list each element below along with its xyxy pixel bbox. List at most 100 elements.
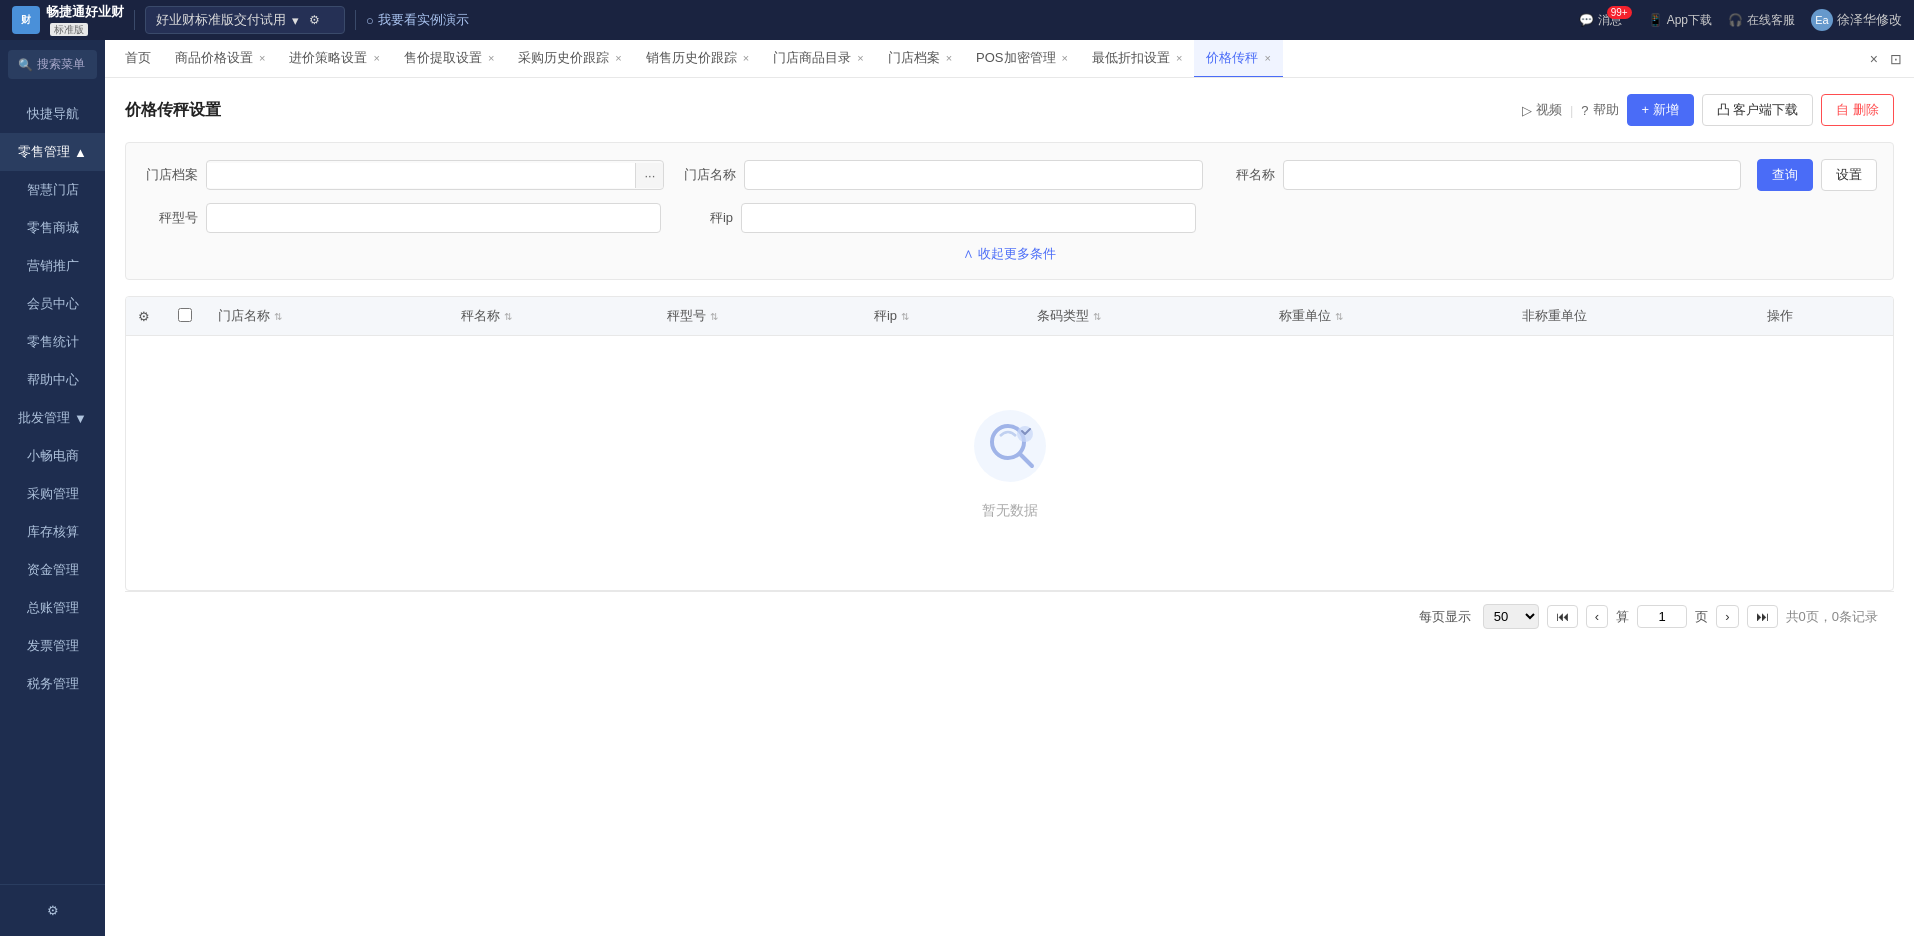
sidebar-item-finance[interactable]: 资金管理 (0, 551, 105, 589)
video-link[interactable]: ▷ 视频 (1522, 101, 1562, 119)
svg-point-0 (974, 410, 1046, 482)
tab-purchase-history[interactable]: 采购历史价跟踪 × (506, 40, 633, 78)
next-page-btn[interactable]: › (1716, 605, 1738, 628)
th-store-name: 门店名称 ⇅ (206, 297, 449, 336)
headset-icon: 🎧 (1728, 13, 1743, 27)
delete-btn[interactable]: 自 删除 (1821, 94, 1894, 126)
logo-icon: 财 (12, 6, 40, 34)
th-weight-unit: 称重单位 ⇅ (1267, 297, 1510, 336)
sort-scale-ip[interactable]: 秤ip ⇅ (874, 307, 1013, 325)
sidebar-item-purchase[interactable]: 采购管理 (0, 475, 105, 513)
prev-page-btn[interactable]: ‹ (1586, 605, 1608, 628)
sidebar-item-retail[interactable]: 零售管理 ▲ (0, 133, 105, 171)
page-header: 价格传秤设置 ▷ 视频 | ? 帮助 + 新增 凸 客户端下载 自 删除 (125, 94, 1894, 126)
th-barcode-type: 条码类型 ⇅ (1025, 297, 1268, 336)
sort-store-name[interactable]: 门店名称 ⇅ (218, 307, 437, 325)
scale-ip-input[interactable] (741, 203, 1196, 233)
last-page-btn[interactable]: ⏭ (1747, 605, 1778, 628)
form-group-store-file: 门店档案 ··· (142, 160, 664, 190)
online-service-btn[interactable]: 🎧 在线客服 (1728, 12, 1795, 29)
tab-pos-management[interactable]: POS加密管理 × (964, 40, 1080, 78)
settings-icon[interactable]: ⚙ (309, 13, 320, 27)
tab-sale-history[interactable]: 销售历史价跟踪 × (634, 40, 761, 78)
collapse-btn[interactable]: ∧ 收起更多条件 (963, 245, 1056, 263)
tab-purchase-strategy[interactable]: 进价策略设置 × (277, 40, 391, 78)
help-link[interactable]: ? 帮助 (1581, 101, 1618, 119)
tab-close-min-discount[interactable]: × (1176, 52, 1182, 64)
store-file-input[interactable] (207, 163, 635, 188)
store-file-ellipsis-btn[interactable]: ··· (635, 163, 663, 188)
user-profile-btn[interactable]: Ea 徐泽华修改 (1811, 9, 1902, 31)
sidebar-item-label: 会员中心 (27, 295, 79, 313)
demo-link[interactable]: ○ 我要看实例演示 (366, 11, 469, 29)
close-tab-btn[interactable]: × (1866, 47, 1882, 71)
sort-barcode-type[interactable]: 条码类型 ⇅ (1037, 307, 1256, 325)
sort-weight-unit[interactable]: 称重单位 ⇅ (1279, 307, 1498, 325)
tab-close-price-scale[interactable]: × (1264, 52, 1270, 64)
download-btn[interactable]: 凸 客户端下载 (1702, 94, 1814, 126)
query-btn[interactable]: 查询 (1757, 159, 1813, 191)
scale-name-input[interactable] (1283, 160, 1741, 190)
content-area: 价格传秤设置 ▷ 视频 | ? 帮助 + 新增 凸 客户端下载 自 删除 (105, 78, 1914, 936)
page-size-select[interactable]: 10 20 50 100 (1483, 604, 1539, 629)
tab-close-sale-extract[interactable]: × (488, 52, 494, 64)
add-btn[interactable]: + 新增 (1627, 94, 1694, 126)
setting-btn[interactable]: 设置 (1821, 159, 1877, 191)
sidebar-item-label: 零售商城 (27, 219, 79, 237)
page-actions: ▷ 视频 | ? 帮助 + 新增 凸 客户端下载 自 删除 (1522, 94, 1894, 126)
messages-btn[interactable]: 💬 消息 99+ (1579, 12, 1622, 29)
select-all-checkbox[interactable] (178, 308, 192, 322)
sidebar-item-member[interactable]: 会员中心 (0, 285, 105, 323)
table-settings-icon[interactable]: ⚙ (138, 309, 150, 324)
environment-selector[interactable]: 好业财标准版交付试用 ▾ ⚙ (145, 6, 345, 34)
sidebar-item-label: 税务管理 (27, 675, 79, 693)
th-non-weight-unit: 非称重单位 (1510, 297, 1755, 336)
scale-model-label: 秤型号 (142, 209, 198, 227)
tab-commodity-price[interactable]: 商品价格设置 × (163, 40, 277, 78)
empty-icon (970, 406, 1050, 486)
form-group-store-name: 门店名称 (680, 160, 1202, 190)
tab-close-commodity-price[interactable]: × (259, 52, 265, 64)
sidebar-item-help-center[interactable]: 帮助中心 (0, 361, 105, 399)
sidebar-item-tax[interactable]: 税务管理 (0, 665, 105, 703)
tab-close-purchase-strategy[interactable]: × (373, 52, 379, 64)
app-download-btn[interactable]: 📱 App下载 (1648, 12, 1712, 29)
sort-scale-name[interactable]: 秤名称 ⇅ (461, 307, 644, 325)
sidebar-item-general-ledger[interactable]: 总账管理 (0, 589, 105, 627)
sidebar-item-inventory[interactable]: 库存核算 (0, 513, 105, 551)
collapse-row: ∧ 收起更多条件 (142, 245, 1877, 263)
sidebar-item-smart-store[interactable]: 智慧门店 (0, 171, 105, 209)
first-page-btn[interactable]: ⏮ (1547, 605, 1578, 628)
tab-close-store-catalog[interactable]: × (857, 52, 863, 64)
sidebar-item-invoice[interactable]: 发票管理 (0, 627, 105, 665)
sidebar-item-label: 小畅电商 (27, 447, 79, 465)
tab-home[interactable]: 首页 (113, 40, 163, 78)
sidebar-item-wholesale[interactable]: 批发管理 ▼ (0, 399, 105, 437)
sidebar-item-quick-nav[interactable]: 快捷导航 (0, 95, 105, 133)
sidebar-item-retail-stats[interactable]: 零售统计 (0, 323, 105, 361)
tab-close-sale-history[interactable]: × (743, 52, 749, 64)
maximize-tab-btn[interactable]: ⊡ (1886, 47, 1906, 71)
search-menu-btn[interactable]: 🔍 搜索菜单 (8, 50, 97, 79)
sidebar-item-xiaochang[interactable]: 小畅电商 (0, 437, 105, 475)
form-row-1: 门店档案 ··· 门店名称 秤名称 (142, 159, 1877, 191)
empty-text: 暂无数据 (982, 502, 1038, 520)
sidebar-item-marketing[interactable]: 营销推广 (0, 247, 105, 285)
store-name-input[interactable] (744, 160, 1202, 190)
tab-store-catalog[interactable]: 门店商品目录 × (761, 40, 875, 78)
sidebar-item-retail-mall[interactable]: 零售商城 (0, 209, 105, 247)
tab-min-discount[interactable]: 最低折扣设置 × (1080, 40, 1194, 78)
tab-close-store-files[interactable]: × (946, 52, 952, 64)
tab-close-pos-management[interactable]: × (1062, 52, 1068, 64)
tab-sale-extract[interactable]: 售价提取设置 × (392, 40, 506, 78)
scale-model-input[interactable] (206, 203, 661, 233)
app-logo: 财 畅捷通好业财 标准版 (12, 3, 124, 37)
sort-scale-model[interactable]: 秤型号 ⇅ (667, 307, 850, 325)
total-info: 共0页，0条记录 (1786, 608, 1878, 626)
sidebar-settings-btn[interactable]: ⚙ (0, 895, 105, 926)
page-number-input[interactable] (1637, 605, 1687, 628)
app-version: 标准版 (46, 23, 124, 37)
tab-price-scale[interactable]: 价格传秤 × (1194, 40, 1282, 78)
tab-store-files[interactable]: 门店档案 × (876, 40, 964, 78)
tab-close-purchase-history[interactable]: × (615, 52, 621, 64)
